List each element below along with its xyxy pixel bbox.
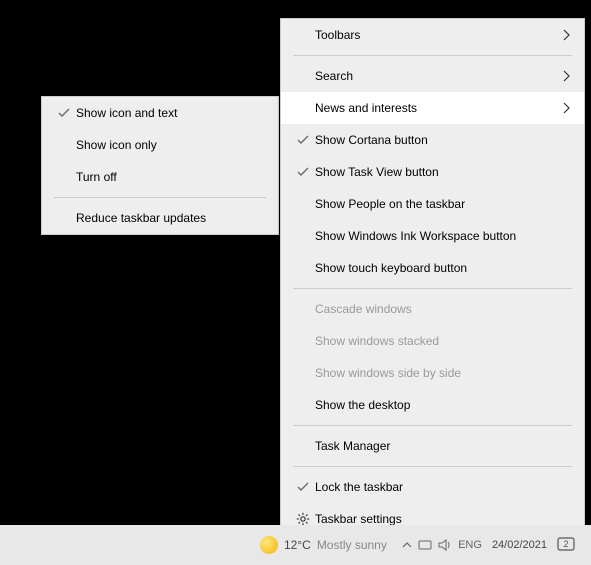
menu-item-search[interactable]: Search (281, 60, 584, 92)
menu-item-cascade-windows: Cascade windows (281, 293, 584, 325)
taskbar: 12°C Mostly sunny ENG 24/02/2021 2 (0, 525, 591, 565)
taskbar-date[interactable]: 24/02/2021 (492, 539, 547, 551)
system-tray: ENG 24/02/2021 2 (402, 537, 591, 553)
menu-item-news-and-interests[interactable]: News and interests (281, 92, 584, 124)
menu-label: Show Task View button (315, 165, 570, 179)
menu-item-show-stacked: Show windows stacked (281, 325, 584, 357)
sun-icon (260, 536, 278, 554)
separator (293, 288, 572, 289)
menu-item-show-people[interactable]: Show People on the taskbar (281, 188, 584, 220)
menu-label: Show icon only (76, 138, 264, 152)
menu-label: Search (315, 69, 554, 83)
menu-label: Taskbar settings (315, 512, 570, 526)
check-icon (291, 166, 315, 178)
separator (54, 197, 266, 198)
menu-label: Show Cortana button (315, 133, 570, 147)
check-icon (52, 107, 76, 119)
check-icon (291, 134, 315, 146)
menu-item-toolbars[interactable]: Toolbars (281, 19, 584, 51)
svg-text:2: 2 (563, 539, 568, 549)
chevron-right-icon (554, 102, 570, 114)
notification-icon[interactable]: 2 (557, 537, 577, 553)
submenu-item-show-icon-and-text[interactable]: Show icon and text (42, 97, 278, 129)
separator (293, 466, 572, 467)
separator (293, 425, 572, 426)
weather-widget[interactable]: 12°C Mostly sunny (260, 536, 387, 554)
menu-item-show-cortana-button[interactable]: Show Cortana button (281, 124, 584, 156)
menu-label: Show Windows Ink Workspace button (315, 229, 570, 243)
menu-item-show-side-by-side: Show windows side by side (281, 357, 584, 389)
separator (293, 55, 572, 56)
menu-item-show-desktop[interactable]: Show the desktop (281, 389, 584, 421)
language-indicator[interactable]: ENG (458, 539, 482, 551)
menu-item-lock-taskbar[interactable]: Lock the taskbar (281, 471, 584, 503)
menu-label: Cascade windows (315, 302, 570, 316)
menu-item-show-touch-keyboard[interactable]: Show touch keyboard button (281, 252, 584, 284)
chevron-right-icon (554, 29, 570, 41)
menu-label: Show icon and text (76, 106, 264, 120)
menu-label: Show the desktop (315, 398, 570, 412)
gear-icon (291, 512, 315, 526)
weather-condition: Mostly sunny (317, 538, 387, 552)
menu-label: Turn off (76, 170, 264, 184)
submenu-item-reduce-updates[interactable]: Reduce taskbar updates (42, 202, 278, 234)
tray-icons[interactable]: ENG (402, 539, 482, 551)
menu-label: Task Manager (315, 439, 570, 453)
news-interests-submenu: Show icon and text Show icon only Turn o… (41, 96, 279, 235)
menu-item-show-ink-workspace[interactable]: Show Windows Ink Workspace button (281, 220, 584, 252)
menu-label: Lock the taskbar (315, 480, 570, 494)
menu-label: Toolbars (315, 28, 554, 42)
network-icon[interactable] (418, 539, 432, 551)
menu-label: Reduce taskbar updates (76, 211, 264, 225)
menu-label: News and interests (315, 101, 554, 115)
weather-temp: 12°C (284, 538, 311, 552)
submenu-item-turn-off[interactable]: Turn off (42, 161, 278, 193)
taskbar-context-menu: Toolbars Search News and interests Show … (280, 18, 585, 536)
submenu-item-show-icon-only[interactable]: Show icon only (42, 129, 278, 161)
menu-label: Show windows stacked (315, 334, 570, 348)
menu-item-show-task-view-button[interactable]: Show Task View button (281, 156, 584, 188)
menu-label: Show People on the taskbar (315, 197, 570, 211)
menu-item-task-manager[interactable]: Task Manager (281, 430, 584, 462)
menu-label: Show windows side by side (315, 366, 570, 380)
check-icon (291, 481, 315, 493)
chevron-up-icon[interactable] (402, 540, 412, 550)
volume-icon[interactable] (438, 539, 452, 551)
chevron-right-icon (554, 70, 570, 82)
menu-label: Show touch keyboard button (315, 261, 570, 275)
